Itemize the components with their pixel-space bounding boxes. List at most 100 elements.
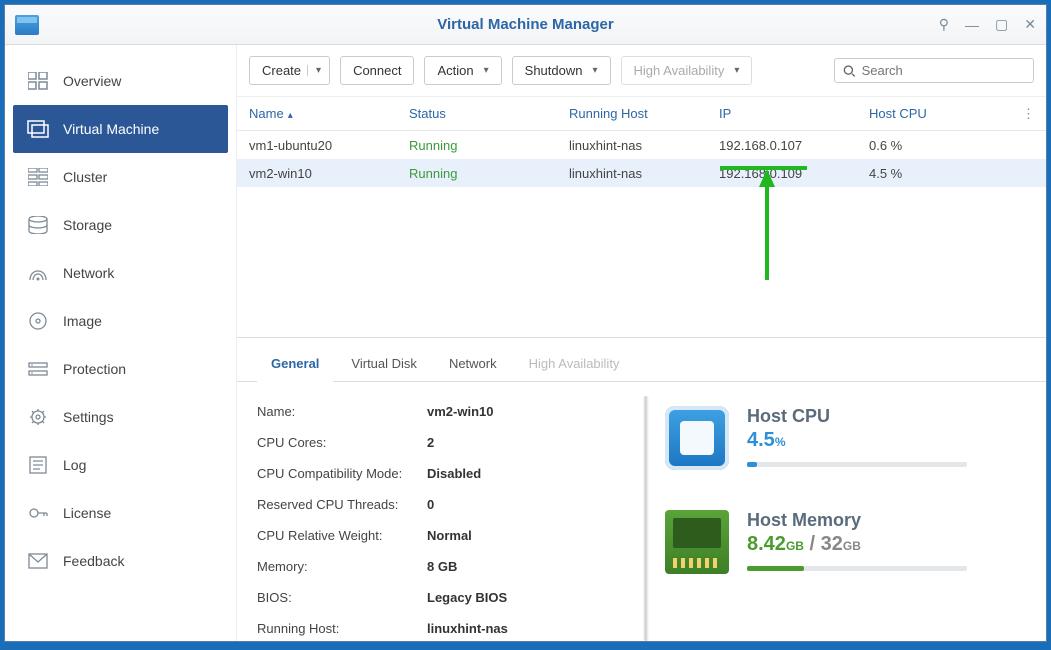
cell-status: Running <box>409 166 569 181</box>
sidebar-item-feedback[interactable]: Feedback <box>13 537 228 585</box>
close-icon[interactable]: ✕ <box>1024 16 1036 33</box>
prop-key: BIOS: <box>257 590 427 605</box>
sidebar-item-storage[interactable]: Storage <box>13 201 228 249</box>
pin-icon[interactable]: ⚲ <box>939 16 949 33</box>
col-ip[interactable]: IP <box>719 106 869 121</box>
memory-icon <box>665 510 729 574</box>
properties-list: Name:vm2-win10 CPU Cores:2 CPU Compatibi… <box>257 396 637 641</box>
action-button[interactable]: Action <box>424 56 501 85</box>
prop-key: CPU Relative Weight: <box>257 528 427 543</box>
col-cpu[interactable]: Host CPU <box>869 106 1009 121</box>
prop-val: 8 GB <box>427 559 457 574</box>
prop-key: CPU Compatibility Mode: <box>257 466 427 481</box>
vm-table: Name Status Running Host IP Host CPU ⋮ v… <box>237 97 1046 187</box>
network-icon <box>27 263 49 283</box>
columns-more-icon[interactable]: ⋮ <box>1009 106 1039 122</box>
cell-name: vm1-ubuntu20 <box>249 138 409 153</box>
key-icon <box>27 503 49 523</box>
table-header: Name Status Running Host IP Host CPU ⋮ <box>237 97 1046 131</box>
cell-cpu: 4.5 % <box>869 166 1009 181</box>
overview-icon <box>27 71 49 91</box>
sidebar-item-virtual-machine[interactable]: Virtual Machine <box>13 105 228 153</box>
sidebar-item-label: Storage <box>63 217 112 233</box>
prop-key: Name: <box>257 404 427 419</box>
sidebar-item-network[interactable]: Network <box>13 249 228 297</box>
cpu-value: 4.5 <box>747 429 775 451</box>
table-row[interactable]: vm2-win10 Running linuxhint-nas 192.168.… <box>237 159 1046 187</box>
cpu-bar <box>747 462 967 467</box>
tab-network[interactable]: Network <box>445 348 501 381</box>
toolbar: Create ▾ Connect Action Shutdown High Ava… <box>237 45 1046 97</box>
scrollbar[interactable] <box>643 396 649 641</box>
col-status[interactable]: Status <box>409 106 569 121</box>
tab-high-availability[interactable]: High Availability <box>525 348 624 381</box>
prop-val: Legacy BIOS <box>427 590 507 605</box>
prop-key: Running Host: <box>257 621 427 636</box>
create-label: Create <box>262 63 301 78</box>
sidebar-item-label: Overview <box>63 73 121 89</box>
high-availability-button[interactable]: High Availability <box>621 56 753 85</box>
sidebar-item-label: Virtual Machine <box>63 121 159 137</box>
titlebar: Virtual Machine Manager ⚲ — ▢ ✕ <box>5 5 1046 45</box>
envelope-icon <box>27 551 49 571</box>
sidebar-item-protection[interactable]: Protection <box>13 345 228 393</box>
sidebar-item-label: Feedback <box>63 553 124 569</box>
connect-button[interactable]: Connect <box>340 56 414 85</box>
create-button[interactable]: Create ▾ <box>249 56 330 85</box>
prop-val: 2 <box>427 435 434 450</box>
app-icon <box>15 15 39 35</box>
mem-total: 32 <box>821 533 843 555</box>
prop-key: Memory: <box>257 559 427 574</box>
sidebar-item-settings[interactable]: Settings <box>13 393 228 441</box>
protection-icon <box>27 359 49 379</box>
mem-bar <box>747 566 967 571</box>
cluster-icon <box>27 167 49 187</box>
gauge-label: Host Memory <box>747 510 967 531</box>
sidebar-item-label: Settings <box>63 409 114 425</box>
window-title: Virtual Machine Manager <box>5 16 1046 33</box>
sidebar-item-label: Image <box>63 313 102 329</box>
search-box[interactable] <box>834 58 1034 83</box>
sidebar-item-label: License <box>63 505 111 521</box>
host-cpu-gauge: Host CPU 4.5% <box>665 406 1026 470</box>
cell-ip: 192.168.0.109 <box>719 166 869 181</box>
mem-used: 8.42 <box>747 533 786 555</box>
sidebar-item-image[interactable]: Image <box>13 297 228 345</box>
gear-icon <box>27 407 49 427</box>
search-input[interactable] <box>862 63 1025 78</box>
col-name[interactable]: Name <box>249 106 409 121</box>
sidebar-item-log[interactable]: Log <box>13 441 228 489</box>
cpu-unit: % <box>775 435 786 449</box>
chevron-down-icon[interactable]: ▾ <box>307 65 329 76</box>
prop-key: Reserved CPU Threads: <box>257 497 427 512</box>
table-row[interactable]: vm1-ubuntu20 Running linuxhint-nas 192.1… <box>237 131 1046 159</box>
sidebar-item-label: Network <box>63 265 114 281</box>
sidebar: Overview Virtual Machine Cluster Storage… <box>5 45 237 641</box>
cell-host: linuxhint-nas <box>569 138 719 153</box>
detail-tabs: General Virtual Disk Network High Availa… <box>237 338 1046 382</box>
maximize-icon[interactable]: ▢ <box>995 16 1008 33</box>
sidebar-item-cluster[interactable]: Cluster <box>13 153 228 201</box>
prop-val: Normal <box>427 528 472 543</box>
cpu-icon <box>665 406 729 470</box>
detail-panel: General Virtual Disk Network High Availa… <box>237 337 1046 641</box>
shutdown-button[interactable]: Shutdown <box>512 56 611 85</box>
cell-host: linuxhint-nas <box>569 166 719 181</box>
vm-icon <box>27 119 49 139</box>
prop-val: linuxhint-nas <box>427 621 508 636</box>
prop-val: 0 <box>427 497 434 512</box>
tab-virtual-disk[interactable]: Virtual Disk <box>347 348 421 381</box>
prop-key: CPU Cores: <box>257 435 427 450</box>
minimize-icon[interactable]: — <box>965 17 979 33</box>
image-icon <box>27 311 49 331</box>
sidebar-item-overview[interactable]: Overview <box>13 57 228 105</box>
annotation-arrow <box>717 165 817 325</box>
col-host[interactable]: Running Host <box>569 106 719 121</box>
host-memory-gauge: Host Memory 8.42GB / 32GB <box>665 510 1026 574</box>
sidebar-item-license[interactable]: License <box>13 489 228 537</box>
gauge-label: Host CPU <box>747 406 967 427</box>
sidebar-item-label: Log <box>63 457 86 473</box>
prop-val: vm2-win10 <box>427 404 493 419</box>
cell-status: Running <box>409 138 569 153</box>
tab-general[interactable]: General <box>267 348 323 381</box>
